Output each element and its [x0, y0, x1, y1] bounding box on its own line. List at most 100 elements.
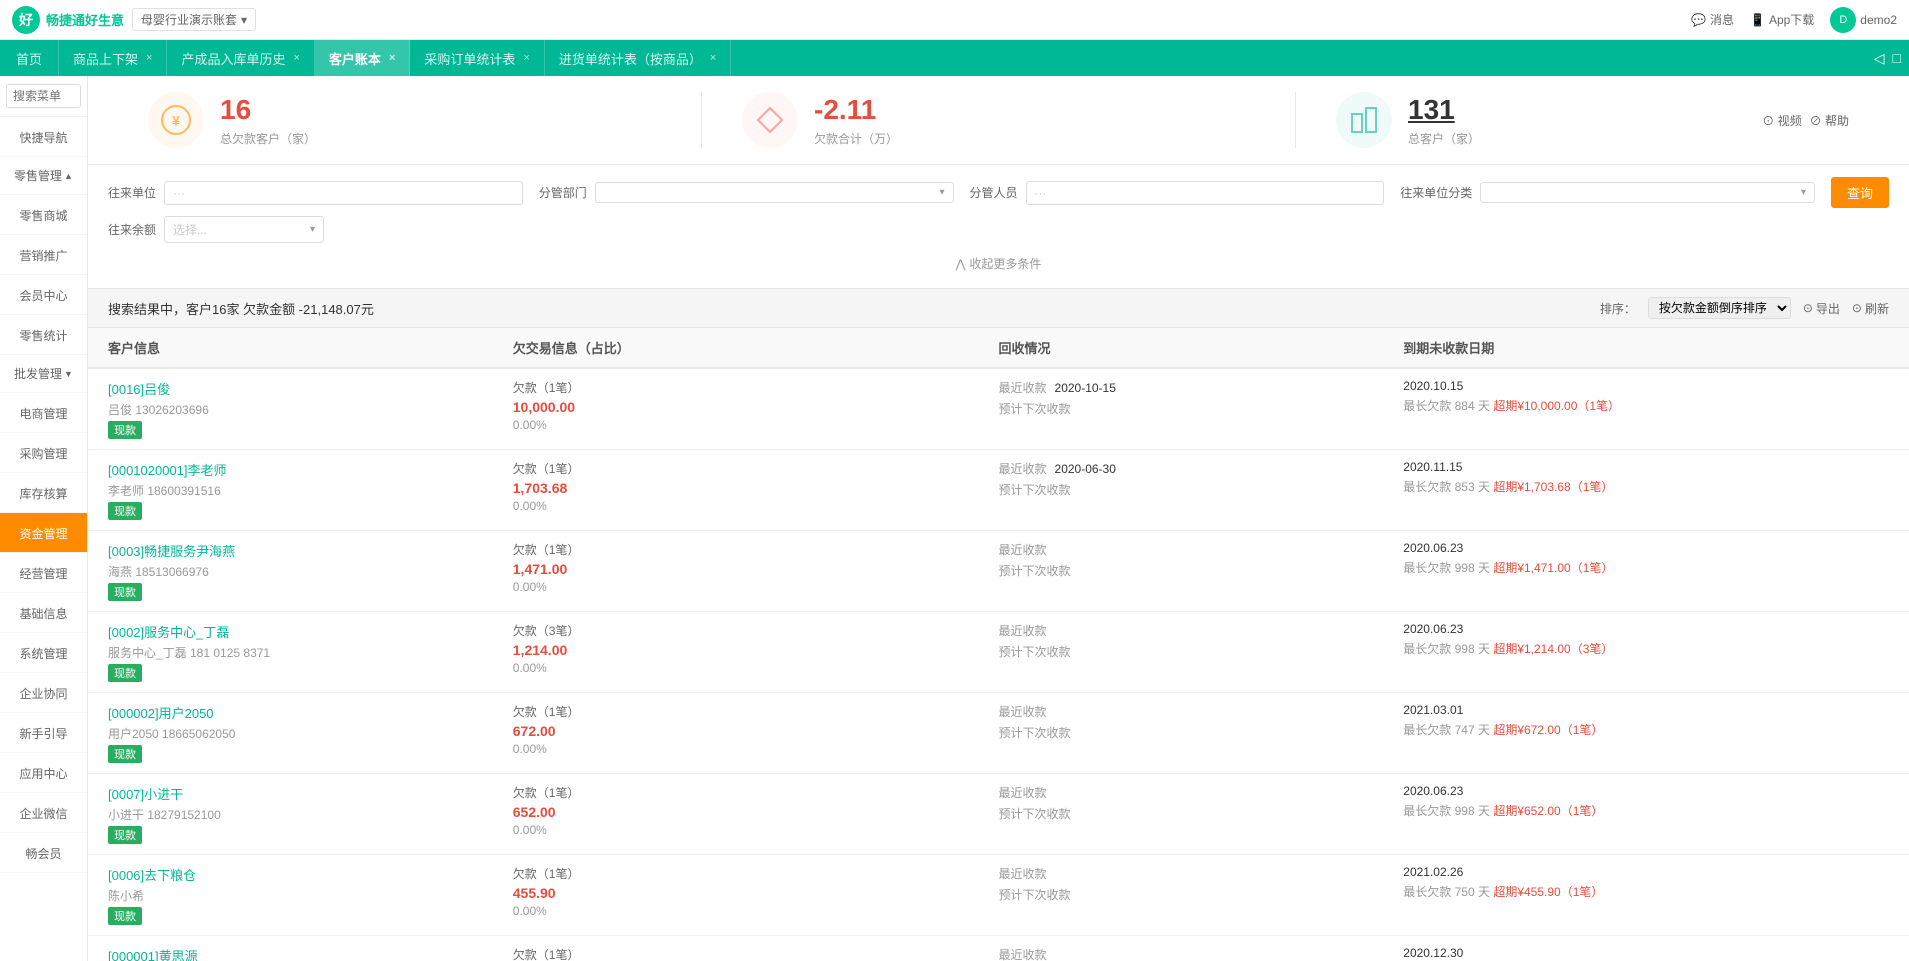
- currency-icon: ¥: [148, 92, 204, 148]
- debt-title-0: 欠款（1笔）: [513, 379, 999, 396]
- sidebar-item-enterprise-wechat[interactable]: 企业微信: [0, 793, 87, 833]
- sidebar-item-operation[interactable]: 经营管理: [0, 553, 87, 593]
- sidebar-item-system[interactable]: 系统管理: [0, 633, 87, 673]
- cell-debt-3: 欠款（3笔） 1,214.00 0.00%: [513, 622, 999, 675]
- cell-payment-0: 最近收款 2020-10-15 预计下次收款: [999, 379, 1404, 417]
- balance-input[interactable]: 选择... ▾: [164, 216, 324, 243]
- sidebar-item-inventory[interactable]: 库存核算: [0, 473, 87, 513]
- tab-prev-icon[interactable]: ◁: [1874, 50, 1885, 67]
- table-row: [0002]服务中心_丁磊 服务中心_丁磊 181 0125 8371 现款 欠…: [88, 612, 1909, 693]
- help-btn[interactable]: ⊘ 帮助: [1810, 112, 1849, 129]
- table-row: [0016]吕俊 吕俊 13026203696 现款 欠款（1笔） 10,000…: [88, 369, 1909, 450]
- sort-select[interactable]: 按欠款金额倒序排序: [1648, 297, 1791, 319]
- tab-customer-account[interactable]: 客户账本 ×: [315, 40, 410, 76]
- user-menu[interactable]: D demo2: [1830, 7, 1897, 33]
- customer-name-6[interactable]: [0006]去下粮仓: [108, 865, 513, 884]
- customer-name-3[interactable]: [0002]服务中心_丁磊: [108, 622, 513, 641]
- close-icon[interactable]: ×: [710, 52, 716, 64]
- customer-tag-0: 现款: [108, 421, 142, 439]
- payment-next-2: 预计下次收款: [999, 562, 1404, 579]
- customer-name-7[interactable]: [000001]黄思源: [108, 946, 513, 961]
- sidebar-item-retail-mgmt[interactable]: 零售管理 ▲: [0, 157, 87, 195]
- payment-next-0: 预计下次收款: [999, 400, 1404, 417]
- close-icon[interactable]: ×: [146, 52, 152, 64]
- close-icon[interactable]: ×: [293, 52, 299, 64]
- cell-payment-1: 最近收款 2020-06-30 预计下次收款: [999, 460, 1404, 498]
- sidebar-item-vip[interactable]: 畅会员: [0, 833, 87, 873]
- store-selector[interactable]: 母婴行业演示账套 ▾: [132, 8, 256, 31]
- customer-name-0[interactable]: [0016]吕俊: [108, 379, 513, 398]
- collapse-more-btn[interactable]: ⋀ 收起更多条件: [108, 251, 1889, 276]
- date-value-0: 2020.10.15: [1403, 379, 1889, 393]
- dept-input[interactable]: ▾: [595, 182, 954, 203]
- sort-label: 排序：: [1600, 300, 1636, 317]
- close-icon[interactable]: ×: [523, 52, 529, 64]
- overdue-link-6[interactable]: 超期¥455.90（1笔）: [1493, 885, 1603, 899]
- sidebar-item-retail-store[interactable]: 零售商城: [0, 195, 87, 235]
- sidebar-item-retail-stats[interactable]: 零售统计: [0, 315, 87, 355]
- sidebar-item-app-center[interactable]: 应用中心: [0, 753, 87, 793]
- messages-btn[interactable]: 💬 消息: [1691, 11, 1734, 28]
- close-icon[interactable]: ×: [389, 52, 395, 64]
- payment-next-5: 预计下次收款: [999, 805, 1404, 822]
- tab-next-icon[interactable]: □: [1893, 50, 1901, 66]
- cell-customer-3: [0002]服务中心_丁磊 服务中心_丁磊 181 0125 8371 现款: [108, 622, 513, 682]
- app-download-btn[interactable]: 📱 App下载: [1750, 11, 1814, 28]
- date-value-3: 2020.06.23: [1403, 622, 1889, 636]
- data-table: 客户信息 欠交易信息（占比） 回收情况 到期未收款日期 [0016]吕俊 吕俊 …: [88, 328, 1909, 961]
- payment-label-1: 最近收款: [999, 460, 1047, 477]
- sidebar-item-batch-mgmt[interactable]: 批发管理 ▼: [0, 355, 87, 393]
- sidebar-item-ecommerce[interactable]: 电商管理: [0, 393, 87, 433]
- sidebar-item-purchase[interactable]: 采购管理: [0, 433, 87, 473]
- overdue-link-1[interactable]: 超期¥1,703.68（1笔）: [1493, 480, 1613, 494]
- cell-payment-4: 最近收款 预计下次收款: [999, 703, 1404, 741]
- customer-name-4[interactable]: [000002]用户2050: [108, 703, 513, 722]
- overdue-link-0[interactable]: 超期¥10,000.00（1笔）: [1493, 399, 1620, 413]
- tab-product-history[interactable]: 产成品入库单历史 ×: [167, 40, 314, 76]
- sidebar-item-marketing[interactable]: 营销推广: [0, 235, 87, 275]
- debt-amount-6: 455.90: [513, 885, 999, 901]
- col-header-date: 到期未收款日期: [1403, 338, 1889, 357]
- cell-customer-0: [0016]吕俊 吕俊 13026203696 现款: [108, 379, 513, 439]
- overdue-link-3[interactable]: 超期¥1,214.00（3笔）: [1493, 642, 1613, 656]
- filter-source-unit-label: 往来单位: [108, 184, 156, 201]
- tab-purchase-order[interactable]: 采购订单统计表 ×: [410, 40, 544, 76]
- overdue-link-2[interactable]: 超期¥1,471.00（1笔）: [1493, 561, 1613, 575]
- tab-purchase-stats[interactable]: 进货单统计表（按商品） ×: [545, 40, 731, 76]
- unit-category-input[interactable]: ▾: [1480, 182, 1815, 203]
- tab-label: 产成品入库单历史: [181, 49, 285, 68]
- overdue-link-4[interactable]: 超期¥672.00（1笔）: [1493, 723, 1603, 737]
- cell-customer-1: [0001020001]李老师 李老师 18600391516 现款: [108, 460, 513, 520]
- debt-title-7: 欠款（1笔）: [513, 946, 999, 961]
- customer-name-2[interactable]: [0003]畅捷服务尹海燕: [108, 541, 513, 560]
- refresh-btn[interactable]: ⊙ 刷新: [1852, 300, 1889, 317]
- export-btn[interactable]: ⊙ 导出: [1803, 300, 1840, 317]
- sidebar-item-enterprise-collab[interactable]: 企业协同: [0, 673, 87, 713]
- date-value-4: 2021.03.01: [1403, 703, 1889, 717]
- tab-home[interactable]: 首页: [0, 40, 59, 76]
- results-summary: 搜索结果中，客户16家 欠款金额 -21,148.07元: [108, 299, 374, 318]
- customer-name-5[interactable]: [0007]小进干: [108, 784, 513, 803]
- debt-amount-0: 10,000.00: [513, 399, 999, 415]
- cell-payment-6: 最近收款 预计下次收款: [999, 865, 1404, 903]
- table-row: [0003]畅捷服务尹海燕 海燕 18513066976 现款 欠款（1笔） 1…: [88, 531, 1909, 612]
- app-icon: 📱: [1750, 13, 1765, 27]
- debt-percent-1: 0.00%: [513, 499, 999, 513]
- search-button[interactable]: 查询: [1831, 177, 1889, 208]
- sidebar-item-guide[interactable]: 新手引导: [0, 713, 87, 753]
- sidebar-item-capital[interactable]: 资金管理: [0, 513, 87, 553]
- sidebar-item-basic-info[interactable]: 基础信息: [0, 593, 87, 633]
- person-input[interactable]: ···: [1026, 181, 1385, 205]
- video-btn[interactable]: ⊙ 视频: [1762, 112, 1801, 129]
- sidebar-search-area: [0, 76, 87, 117]
- sidebar-item-quick-nav[interactable]: 快捷导航: [0, 117, 87, 157]
- customer-name-1[interactable]: [0001020001]李老师: [108, 460, 513, 479]
- stat-total-customers: 131 总客户（家） ⊙ 视频 ⊘ 帮助: [1296, 92, 1889, 148]
- chevron-down-icon: ▾: [241, 13, 247, 27]
- sidebar-item-member[interactable]: 会员中心: [0, 275, 87, 315]
- tab-product-list[interactable]: 商品上下架 ×: [59, 40, 167, 76]
- search-input[interactable]: [6, 84, 81, 108]
- cell-date-4: 2021.03.01 最长欠款 747 天 超期¥672.00（1笔）: [1403, 703, 1889, 738]
- source-unit-input[interactable]: ···: [164, 181, 523, 205]
- overdue-link-5[interactable]: 超期¥652.00（1笔）: [1493, 804, 1603, 818]
